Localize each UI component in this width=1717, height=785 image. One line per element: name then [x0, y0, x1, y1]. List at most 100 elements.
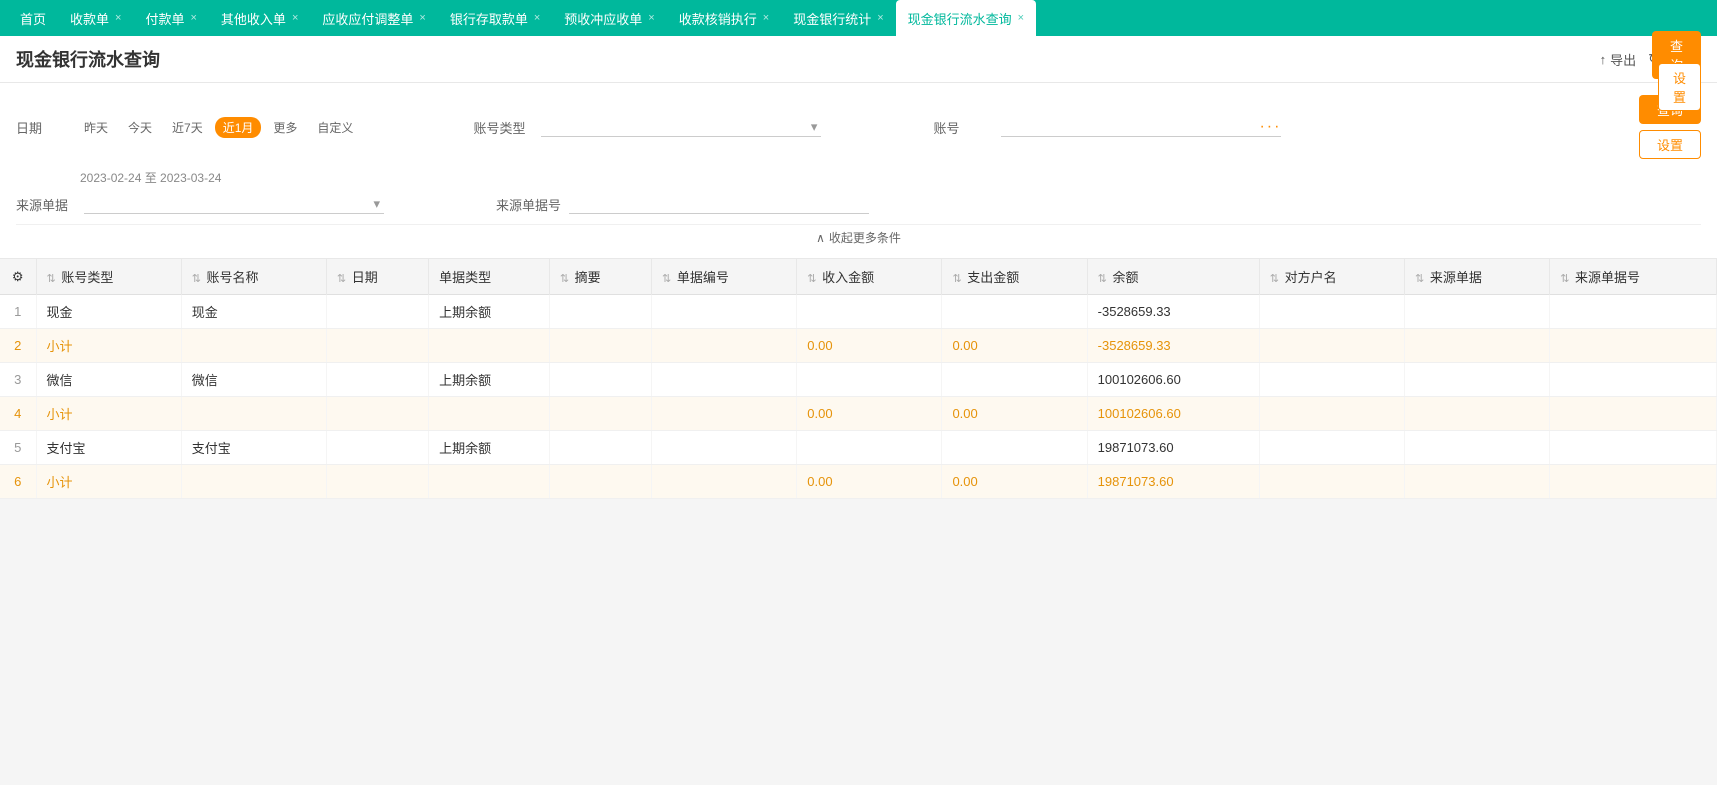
cell-doc-type	[429, 329, 550, 363]
date-yesterday[interactable]: 昨天	[76, 117, 116, 138]
sort-icon[interactable]: ⇅	[807, 273, 816, 285]
source-doc-label: 来源单据	[16, 195, 76, 214]
sort-icon[interactable]: ⇅	[1560, 273, 1569, 285]
column-doc-type: 单据类型	[429, 259, 550, 295]
more-options-icon[interactable]: ···	[1259, 118, 1281, 136]
page-header: 现金银行流水查询 ↑ 导出 ↻ 刷新 查询 设置	[0, 36, 1717, 83]
nav-home-label: 首页	[20, 9, 46, 28]
nav-adjustment[interactable]: 应收应付调整单 ×	[310, 0, 437, 36]
cell-account-type: 小计	[36, 397, 181, 431]
table-body: 1 现金 现金 上期余额 -3528659.33 2 小计 0.00 0.00 …	[0, 295, 1717, 499]
nav-statistics[interactable]: 现金银行统计 ×	[781, 0, 895, 36]
sort-icon[interactable]: ⇅	[47, 273, 56, 285]
cell-date	[326, 363, 428, 397]
column-income: ⇅ 收入金额	[797, 259, 942, 295]
close-icon[interactable]: ×	[115, 12, 121, 24]
nav-label: 收款核销执行	[679, 9, 757, 28]
top-nav: 首页 收款单 × 付款单 × 其他收入单 × 应收应付调整单 × 银行存取款单 …	[0, 0, 1717, 36]
nav-verify[interactable]: 收款核销执行 ×	[667, 0, 781, 36]
nav-label: 银行存取款单	[450, 9, 528, 28]
row-number: 3	[0, 363, 36, 397]
date-custom[interactable]: 自定义	[309, 117, 361, 138]
sort-icon[interactable]: ⇅	[662, 273, 671, 285]
cell-doc-type: 上期余额	[429, 295, 550, 329]
close-icon[interactable]: ×	[419, 12, 425, 24]
source-doc-input[interactable]	[84, 194, 369, 213]
sort-icon[interactable]: ⇅	[560, 273, 569, 285]
row-number: 1	[0, 295, 36, 329]
nav-cashflow[interactable]: 现金银行流水查询 ×	[896, 0, 1036, 36]
account-input[interactable]	[1001, 117, 1251, 136]
nav-label: 现金银行流水查询	[908, 9, 1012, 28]
column-gear[interactable]: ⚙	[0, 259, 36, 295]
sort-icon[interactable]: ⇅	[1270, 273, 1279, 285]
table-row: 3 微信 微信 上期余额 100102606.60	[0, 363, 1717, 397]
account-section: 账号 ···	[933, 117, 1281, 137]
sort-icon[interactable]: ⇅	[952, 273, 961, 285]
date-7days[interactable]: 近7天	[164, 117, 211, 138]
collapse-label: 收起更多条件	[829, 229, 901, 246]
source-doc-section: 来源单据 ▾	[16, 194, 384, 214]
source-doc-no-input-wrap	[569, 194, 869, 214]
cell-summary	[549, 465, 651, 499]
close-icon[interactable]: ×	[648, 12, 654, 24]
nav-payment[interactable]: 付款单 ×	[133, 0, 208, 36]
cell-account-name: 支付宝	[181, 431, 326, 465]
cell-expense: 0.00	[942, 329, 1087, 363]
date-label: 日期	[16, 118, 76, 137]
account-type-input[interactable]	[541, 117, 806, 136]
source-doc-no-input[interactable]	[569, 194, 869, 213]
cell-account-name: 现金	[181, 295, 326, 329]
source-doc-input-wrap: ▾	[84, 194, 384, 214]
filter-row-2: 来源单据 ▾ 来源单据号	[16, 194, 1701, 214]
nav-receipt[interactable]: 收款单 ×	[58, 0, 133, 36]
nav-advance[interactable]: 预收冲应收单 ×	[552, 0, 666, 36]
source-doc-no-section: 来源单据号	[496, 194, 869, 214]
cell-income: 0.00	[797, 397, 942, 431]
close-icon[interactable]: ×	[190, 12, 196, 24]
date-more[interactable]: 更多	[265, 117, 305, 138]
nav-home[interactable]: 首页	[8, 0, 58, 36]
account-input-wrap: ···	[1001, 117, 1281, 137]
cell-account-name	[181, 465, 326, 499]
settings-button[interactable]: 设置	[1658, 63, 1701, 111]
nav-other-income[interactable]: 其他收入单 ×	[209, 0, 310, 36]
sort-icon[interactable]: ⇅	[1098, 273, 1107, 285]
close-icon[interactable]: ×	[292, 12, 298, 24]
column-account-type: ⇅ 账号类型	[36, 259, 181, 295]
cell-summary	[549, 295, 651, 329]
date-today[interactable]: 今天	[120, 117, 160, 138]
close-icon[interactable]: ×	[1018, 12, 1024, 24]
sort-icon[interactable]: ⇅	[337, 273, 346, 285]
sort-icon[interactable]: ⇅	[192, 273, 201, 285]
settings-button-main[interactable]: 设置	[1639, 130, 1701, 159]
chevron-down-icon[interactable]: ▾	[807, 119, 822, 135]
row-number: 4	[0, 397, 36, 431]
cell-date	[326, 397, 428, 431]
nav-bank-deposit[interactable]: 银行存取款单 ×	[438, 0, 552, 36]
header-actions: ↑ 导出 ↻ 刷新 查询 设置	[1600, 50, 1701, 69]
cell-account-name	[181, 397, 326, 431]
cell-doc-type: 上期余额	[429, 363, 550, 397]
cell-counterparty	[1259, 465, 1404, 499]
cell-doc-no	[652, 363, 797, 397]
table-header: ⚙ ⇅ 账号类型 ⇅ 账号名称 ⇅ 日期 单据类型 ⇅ 摘	[0, 259, 1717, 295]
close-icon[interactable]: ×	[763, 12, 769, 24]
column-account-name: ⇅ 账号名称	[181, 259, 326, 295]
cell-income	[797, 431, 942, 465]
collapse-bar[interactable]: ∧ 收起更多条件	[16, 224, 1701, 250]
cell-doc-no	[652, 329, 797, 363]
cell-expense	[942, 431, 1087, 465]
cell-summary	[549, 397, 651, 431]
chevron-down-icon[interactable]: ▾	[369, 196, 384, 212]
table-row: 5 支付宝 支付宝 上期余额 19871073.60	[0, 431, 1717, 465]
cell-summary	[549, 431, 651, 465]
cell-account-type: 现金	[36, 295, 181, 329]
sort-icon[interactable]: ⇅	[1415, 273, 1424, 285]
date-1month[interactable]: 近1月	[215, 117, 262, 138]
close-icon[interactable]: ×	[534, 12, 540, 24]
cell-balance: -3528659.33	[1087, 329, 1259, 363]
close-icon[interactable]: ×	[877, 12, 883, 24]
cell-account-type: 小计	[36, 465, 181, 499]
export-button[interactable]: ↑ 导出	[1600, 50, 1637, 69]
